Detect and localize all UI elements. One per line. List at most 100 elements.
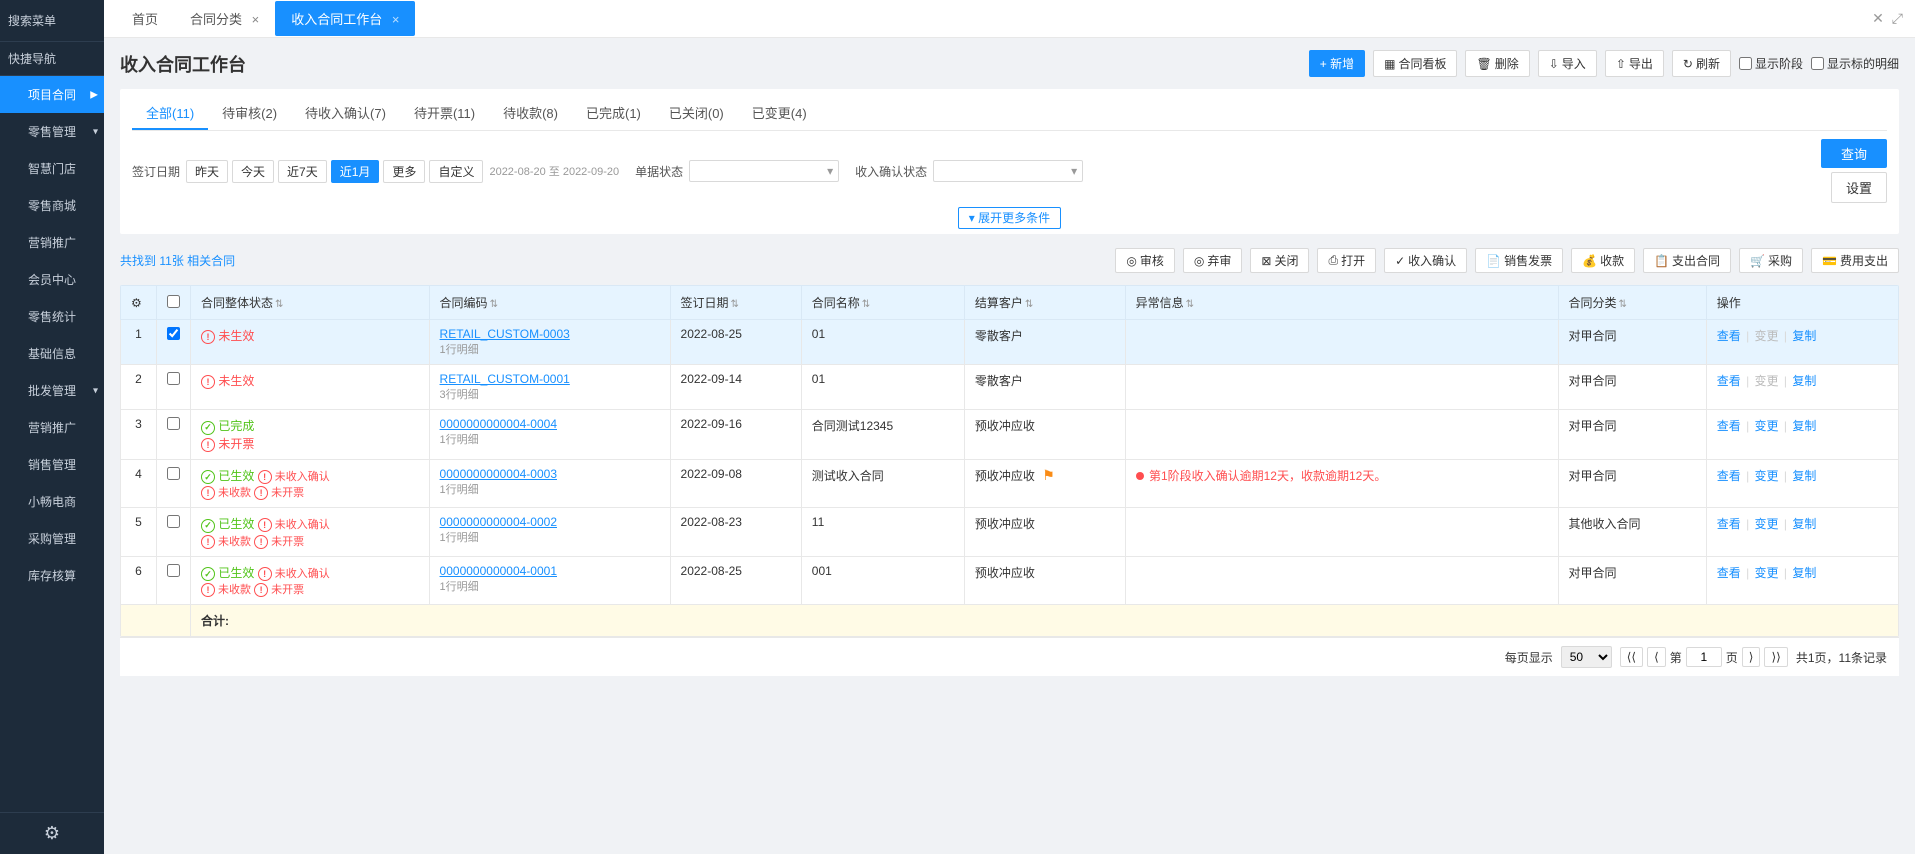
sidebar-nav[interactable]: 快捷导航	[0, 42, 104, 76]
sidebar-item-basic[interactable]: 基础信息	[0, 335, 104, 372]
contract-code-link[interactable]: RETAIL_CUSTOM-0001	[440, 372, 570, 386]
date-1month[interactable]: 近1月	[331, 160, 380, 183]
sidebar-item-xiaochang[interactable]: 小畅电商	[0, 483, 104, 520]
filter-tab-all[interactable]: 全部(11)	[132, 97, 208, 130]
sort-code-icon[interactable]: ⇅	[490, 299, 498, 310]
expense-out-button[interactable]: 📋 支出合同	[1643, 248, 1731, 273]
view-op[interactable]: 查看	[1717, 517, 1741, 531]
show-stages-checkbox[interactable]: 显示阶段	[1739, 55, 1803, 72]
sort-status-icon[interactable]: ⇅	[275, 299, 283, 310]
date-yesterday[interactable]: 昨天	[186, 160, 228, 183]
row-checkbox-input[interactable]	[167, 564, 180, 577]
income-confirm-button[interactable]: ✓ 收入确认	[1384, 248, 1467, 273]
tab-close-contract-cat[interactable]: ×	[252, 12, 260, 27]
col-settings[interactable]: ⚙	[121, 286, 157, 320]
view-op[interactable]: 查看	[1717, 566, 1741, 580]
next-page-button[interactable]: ⟩	[1742, 647, 1761, 667]
date-today[interactable]: 今天	[232, 160, 274, 183]
close-window-icon[interactable]: ✕	[1872, 10, 1884, 27]
sidebar-item-purchase[interactable]: 采购管理	[0, 520, 104, 557]
tab-income-workbench[interactable]: 收入合同工作台 ×	[275, 1, 415, 36]
sidebar-item-sales[interactable]: 销售管理	[0, 446, 104, 483]
close-button[interactable]: ⊠ 关闭	[1250, 248, 1309, 273]
copy-op[interactable]: 复制	[1792, 566, 1816, 580]
sort-exception-icon[interactable]: ⇅	[1186, 299, 1194, 310]
date-7days[interactable]: 近7天	[278, 160, 327, 183]
page-size-select[interactable]: 50 20 100	[1561, 646, 1612, 668]
query-button[interactable]: 查询	[1821, 139, 1887, 168]
doc-status-select[interactable]	[689, 160, 839, 182]
contract-code-link[interactable]: 0000000000004-0003	[440, 467, 557, 481]
copy-op[interactable]: 复制	[1792, 517, 1816, 531]
first-page-button[interactable]: ⟨⟨	[1620, 647, 1643, 667]
abandon-button[interactable]: ◎ 弃审	[1183, 248, 1243, 273]
fee-out-button[interactable]: 💳 费用支出	[1811, 248, 1899, 273]
maximize-icon[interactable]: ⤢	[1892, 10, 1903, 27]
filter-tab-closed[interactable]: 已关闭(0)	[655, 97, 738, 130]
sidebar-item-member[interactable]: 会员中心	[0, 261, 104, 298]
sales-invoice-button[interactable]: 📄 销售发票	[1475, 248, 1563, 273]
contract-code-link[interactable]: RETAIL_CUSTOM-0003	[440, 327, 570, 341]
view-op[interactable]: 查看	[1717, 374, 1741, 388]
sidebar-item-retail-stat[interactable]: 零售统计	[0, 298, 104, 335]
view-op[interactable]: 查看	[1717, 419, 1741, 433]
sidebar-item-wholesale[interactable]: 批发管理 ▾	[0, 372, 104, 409]
copy-op[interactable]: 复制	[1792, 329, 1816, 343]
tab-close-income-workbench[interactable]: ×	[392, 12, 400, 27]
sidebar-item-retail[interactable]: 零售管理 ▾	[0, 113, 104, 150]
filter-tab-pending-income[interactable]: 待收入确认(7)	[291, 97, 400, 130]
row-checkbox-input[interactable]	[167, 467, 180, 480]
expand-conditions-button[interactable]: ▾ 展开更多条件	[958, 207, 1061, 229]
review-button[interactable]: ◎ 审核	[1115, 248, 1175, 273]
row-checkbox-input[interactable]	[167, 417, 180, 430]
purchase-button[interactable]: 🛒 采购	[1739, 248, 1803, 273]
sidebar-item-smart-store[interactable]: 智慧门店	[0, 150, 104, 187]
copy-op[interactable]: 复制	[1792, 469, 1816, 483]
view-op[interactable]: 查看	[1717, 329, 1741, 343]
view-op[interactable]: 查看	[1717, 469, 1741, 483]
income-confirm-select[interactable]	[933, 160, 1083, 182]
contract-board-button[interactable]: ▦ 合同看板	[1373, 50, 1457, 77]
edit-op[interactable]: 变更	[1755, 517, 1779, 531]
row-checkbox-input[interactable]	[167, 327, 180, 340]
collect-button[interactable]: 💰 收款	[1571, 248, 1635, 273]
select-all-checkbox[interactable]	[167, 295, 180, 308]
tab-contract-cat[interactable]: 合同分类 ×	[174, 1, 275, 36]
date-custom[interactable]: 自定义	[429, 160, 483, 183]
import-button[interactable]: ⇩ 导入	[1538, 50, 1597, 77]
copy-op[interactable]: 复制	[1792, 374, 1816, 388]
sidebar-item-project[interactable]: 项目合同 ▶	[0, 76, 104, 113]
sort-date-icon[interactable]: ⇅	[731, 299, 739, 310]
row-checkbox-input[interactable]	[167, 515, 180, 528]
refresh-button[interactable]: ↻ 刷新	[1672, 50, 1731, 77]
sidebar-search[interactable]: 搜索菜单	[0, 0, 104, 42]
contract-code-link[interactable]: 0000000000004-0004	[440, 417, 557, 431]
filter-tab-pending-collect[interactable]: 待收款(8)	[489, 97, 572, 130]
filter-tab-pending-review[interactable]: 待审核(2)	[208, 97, 291, 130]
date-more[interactable]: 更多	[383, 160, 425, 183]
export-button[interactable]: ⇧ 导出	[1605, 50, 1664, 77]
filter-tab-done[interactable]: 已完成(1)	[572, 97, 655, 130]
new-button[interactable]: + 新增	[1309, 50, 1365, 77]
sidebar-item-marketing[interactable]: 营销推广	[0, 224, 104, 261]
contract-code-link[interactable]: 0000000000004-0002	[440, 515, 557, 529]
copy-op[interactable]: 复制	[1792, 419, 1816, 433]
tab-home[interactable]: 首页	[116, 1, 174, 36]
sidebar-item-inventory[interactable]: 库存核算	[0, 557, 104, 594]
sort-name-icon[interactable]: ⇅	[862, 299, 870, 310]
filter-tab-pending-invoice[interactable]: 待开票(11)	[400, 97, 489, 130]
setting-button[interactable]: 设置	[1831, 172, 1887, 203]
edit-op[interactable]: 变更	[1755, 419, 1779, 433]
row-checkbox-input[interactable]	[167, 372, 180, 385]
filter-tab-changed[interactable]: 已变更(4)	[738, 97, 821, 130]
sidebar-settings[interactable]: ⚙	[0, 812, 104, 854]
print-button[interactable]: ⎙ 打开	[1317, 248, 1376, 273]
sidebar-item-marketing2[interactable]: 营销推广	[0, 409, 104, 446]
edit-op[interactable]: 变更	[1755, 469, 1779, 483]
edit-op[interactable]: 变更	[1755, 566, 1779, 580]
last-page-button[interactable]: ⟩⟩	[1764, 647, 1787, 667]
delete-button[interactable]: 🗑 删除	[1465, 50, 1529, 77]
sidebar-item-retail-mall[interactable]: 零售商城	[0, 187, 104, 224]
prev-page-button[interactable]: ⟨	[1647, 647, 1666, 667]
sort-category-icon[interactable]: ⇅	[1619, 299, 1627, 310]
